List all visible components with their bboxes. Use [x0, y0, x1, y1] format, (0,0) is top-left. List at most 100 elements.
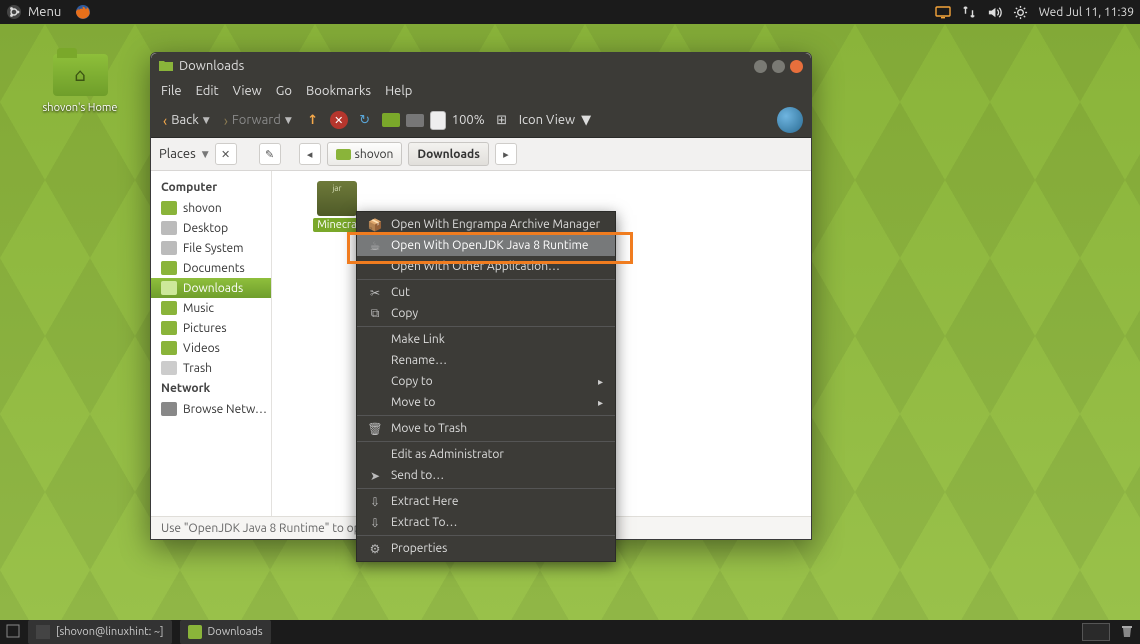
cut-icon: ✂: [367, 286, 383, 300]
context-menu: 📦Open With Engrampa Archive Manager ☕Ope…: [356, 211, 616, 562]
stop-icon[interactable]: ✕: [330, 111, 348, 129]
separator: [357, 535, 615, 536]
task-downloads[interactable]: Downloads: [180, 620, 271, 644]
sidebar-item-pictures[interactable]: Pictures: [151, 318, 271, 338]
view-mode-label[interactable]: Icon View: [519, 113, 575, 127]
sidebar-item-downloads[interactable]: Downloads: [151, 278, 271, 298]
window-maximize-icon[interactable]: [772, 60, 785, 73]
window-close-icon[interactable]: [790, 60, 803, 73]
breadcrumb-user[interactable]: shovon: [327, 142, 403, 166]
view-mode-icon[interactable]: ⊞: [491, 109, 513, 131]
sidebar: Computer shovon Desktop File System Docu…: [151, 171, 272, 516]
path-right-icon[interactable]: ▸: [495, 143, 517, 165]
window-titlebar[interactable]: Downloads: [151, 53, 811, 79]
separator: [357, 415, 615, 416]
desktop-home-folder[interactable]: shovon's Home: [30, 54, 130, 114]
menu-edit[interactable]: Edit: [196, 84, 219, 98]
toolbar: ‹Back▼ ›Forward▼ ↑ ✕ ↻ 100% ⊞ Icon View …: [151, 103, 811, 138]
submenu-arrow-icon: ▸: [598, 376, 603, 388]
ctx-make-link[interactable]: Make Link: [357, 329, 615, 350]
sidebar-item-videos[interactable]: Videos: [151, 338, 271, 358]
zoom-control[interactable]: 100%: [452, 113, 485, 127]
ctx-edit-as-admin[interactable]: Edit as Administrator: [357, 444, 615, 465]
clock-label[interactable]: Wed Jul 11, 11:39: [1039, 6, 1134, 19]
menu-bookmarks[interactable]: Bookmarks: [306, 84, 371, 98]
ctx-copy[interactable]: ⧉Copy: [357, 303, 615, 324]
workspace-switcher[interactable]: [1082, 623, 1110, 641]
ctx-open-engrampa[interactable]: 📦Open With Engrampa Archive Manager: [357, 214, 615, 235]
menu-help[interactable]: Help: [385, 84, 412, 98]
sidebar-item-user[interactable]: shovon: [151, 198, 271, 218]
back-button[interactable]: ‹Back▼: [159, 110, 214, 131]
sidebar-item-filesystem[interactable]: File System: [151, 238, 271, 258]
show-desktop-icon[interactable]: [6, 624, 20, 641]
forward-label: Forward: [232, 113, 281, 127]
breadcrumb-current[interactable]: Downloads: [408, 142, 489, 166]
window-minimize-icon[interactable]: [754, 60, 767, 73]
sound-indicator-icon[interactable]: [987, 4, 1003, 20]
copy-icon: ⧉: [367, 307, 383, 321]
network-icon: [161, 402, 177, 416]
menu-view[interactable]: View: [233, 84, 262, 98]
ctx-properties[interactable]: ⚙Properties: [357, 538, 615, 559]
ctx-send-to[interactable]: ➤Send to…: [357, 465, 615, 486]
ctx-cut[interactable]: ✂Cut: [357, 282, 615, 303]
extract-icon: ⇩: [367, 516, 383, 530]
separator: [357, 279, 615, 280]
forward-button[interactable]: ›Forward▼: [220, 110, 296, 131]
jar-file-icon: [317, 181, 357, 216]
sidebar-header-computer: Computer: [151, 177, 271, 198]
path-left-icon[interactable]: ◂: [299, 143, 321, 165]
ctx-rename[interactable]: Rename…: [357, 350, 615, 371]
trash-icon: [161, 361, 177, 375]
archive-icon: 📦: [367, 218, 383, 232]
menu-go[interactable]: Go: [276, 84, 292, 98]
bottom-panel: [shovon@linuxhint: ~] Downloads: [0, 620, 1140, 644]
separator: [357, 441, 615, 442]
ctx-move-to-trash[interactable]: 🗑Move to Trash: [357, 418, 615, 439]
network-indicator-icon[interactable]: [961, 4, 977, 20]
ctx-copy-to[interactable]: Copy to▸: [357, 371, 615, 392]
sidebar-header-network: Network: [151, 378, 271, 399]
ctx-extract-to[interactable]: ⇩Extract To…: [357, 512, 615, 533]
file-label: Minecra: [313, 218, 361, 232]
trash-applet-icon[interactable]: [1120, 624, 1134, 641]
sidebar-item-browse-network[interactable]: Browse Netw…: [151, 399, 271, 419]
chevron-down-icon[interactable]: ▼: [202, 149, 209, 160]
firefox-icon[interactable]: [75, 4, 91, 20]
task-terminal[interactable]: [shovon@linuxhint: ~]: [28, 620, 172, 644]
sidebar-item-desktop[interactable]: Desktop: [151, 218, 271, 238]
location-bar: Places ▼ ✕ ✎ ◂ shovon Downloads ▸: [151, 138, 811, 171]
sidebar-item-documents[interactable]: Documents: [151, 258, 271, 278]
ubuntu-mate-logo-icon[interactable]: [6, 4, 22, 20]
extract-icon: ⇩: [367, 495, 383, 509]
sidebar-item-music[interactable]: Music: [151, 298, 271, 318]
separator: [357, 488, 615, 489]
search-icon[interactable]: [777, 107, 803, 133]
display-indicator-icon[interactable]: [935, 4, 951, 20]
ctx-move-to[interactable]: Move to▸: [357, 392, 615, 413]
ctx-open-other[interactable]: Open With Other Application…: [357, 256, 615, 277]
up-icon[interactable]: ↑: [302, 109, 324, 131]
java-icon: ☕: [367, 239, 383, 253]
send-icon: ➤: [367, 469, 383, 483]
ctx-extract-here[interactable]: ⇩Extract Here: [357, 491, 615, 512]
system-indicator-icon[interactable]: [1013, 4, 1029, 20]
menu-file[interactable]: File: [161, 84, 182, 98]
terminal-icon: [36, 625, 50, 639]
folder-icon: [161, 201, 177, 215]
edit-path-icon[interactable]: ✎: [259, 143, 281, 165]
computer-icon[interactable]: [406, 114, 424, 127]
folder-icon: [161, 281, 177, 295]
sidebar-item-trash[interactable]: Trash: [151, 358, 271, 378]
folder-icon: [161, 301, 177, 315]
ctx-open-openjdk[interactable]: ☕Open With OpenJDK Java 8 Runtime: [357, 235, 615, 256]
document-icon[interactable]: [430, 111, 446, 130]
chevron-down-icon[interactable]: ▼: [581, 113, 591, 128]
places-label[interactable]: Places: [159, 147, 196, 161]
drive-icon: [161, 241, 177, 255]
home-icon[interactable]: [382, 113, 400, 127]
reload-icon[interactable]: ↻: [354, 109, 376, 131]
panel-menu-label[interactable]: Menu: [28, 5, 61, 19]
close-sidebar-icon[interactable]: ✕: [215, 143, 237, 165]
